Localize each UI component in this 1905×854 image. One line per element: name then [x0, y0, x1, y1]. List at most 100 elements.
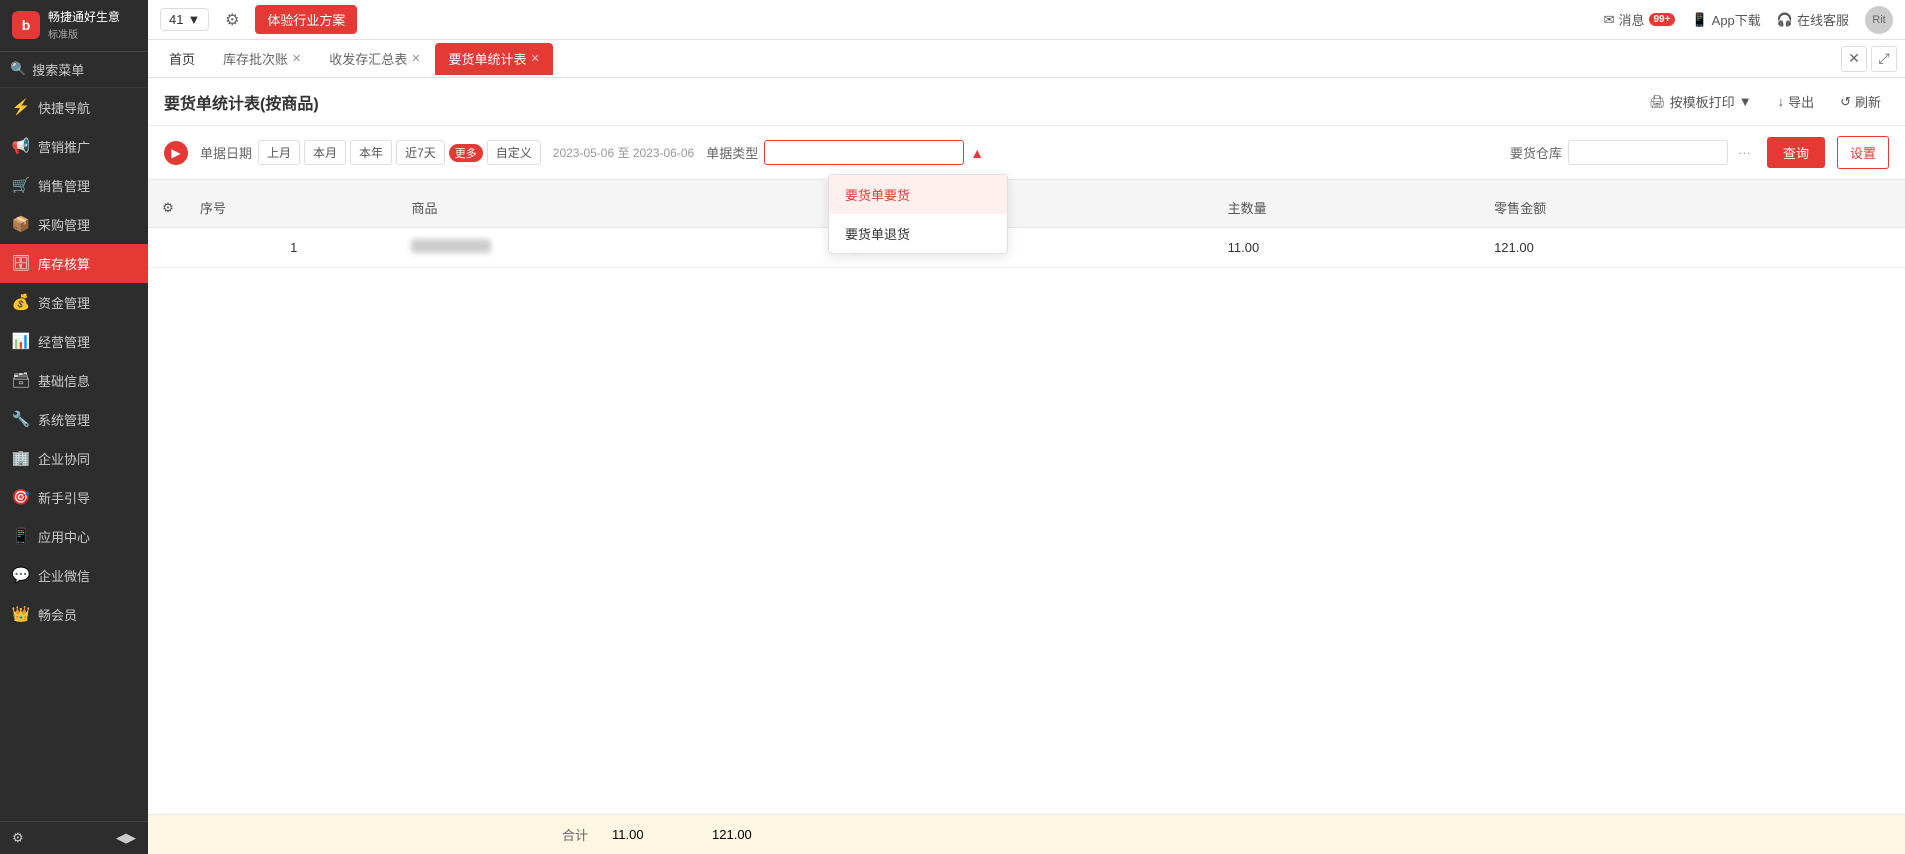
- type-dropdown-arrow[interactable]: ▲: [970, 145, 984, 161]
- row-extra: [1804, 228, 1905, 268]
- sidebar-bottom: ⚙ ◀▶: [0, 821, 148, 854]
- sidebar-item-label: 营销推广: [38, 137, 90, 156]
- sidebar-nav: ⚡ 快捷导航 📢 营销推广 🛒 销售管理 📦 采购管理 🗄 库存核算 💰 资金管…: [0, 88, 148, 821]
- sidebar-item-label: 畅会员: [38, 605, 77, 624]
- date-custom-btn[interactable]: 自定义: [487, 140, 541, 165]
- topbar: 41 ▼ ⚙ 体验行业方案 ✉ 消息 99+ 📱 App下载 🎧 在线客服 Ri…: [148, 0, 1905, 40]
- tab-batch-close[interactable]: ✕: [292, 52, 301, 65]
- date-range-display: 2023-05-06 至 2023-06-06: [553, 144, 694, 161]
- message-icon: ✉: [1604, 12, 1615, 28]
- date-filter-label: 单据日期: [200, 143, 252, 162]
- sidebar-item-label: 资金管理: [38, 293, 90, 312]
- sidebar-item-finance[interactable]: 💰 资金管理: [0, 283, 148, 322]
- topbar-settings-btn[interactable]: ⚙: [219, 7, 245, 33]
- tab-home-label: 首页: [169, 49, 195, 68]
- sidebar-item-inventory[interactable]: 🗄 库存核算: [0, 244, 148, 283]
- sidebar-item-label: 新手引导: [38, 488, 90, 507]
- app-name: 畅捷通好生意: [48, 10, 120, 26]
- dropdown-item-return[interactable]: 要货单退货: [829, 214, 1007, 253]
- sidebar-item-shortcut[interactable]: ⚡ 快捷导航: [0, 88, 148, 127]
- date-filter-group: 单据日期 上月 本月 本年 近7天 更多 自定义 2023-05-06 至 20…: [200, 140, 694, 165]
- wechat-icon: 💬: [12, 566, 30, 584]
- sidebar-item-member[interactable]: 👑 畅会员: [0, 595, 148, 634]
- refresh-btn[interactable]: ↺ 刷新: [1832, 88, 1889, 115]
- export-btn[interactable]: ↓ 导出: [1770, 88, 1823, 115]
- filter-expand-btn[interactable]: ▶: [164, 141, 188, 165]
- sidebar-item-system[interactable]: 🔧 系统管理: [0, 400, 148, 439]
- sidebar-item-guide[interactable]: 🎯 新手引导: [0, 478, 148, 517]
- sidebar-item-label: 基础信息: [38, 371, 90, 390]
- tab-collect-close[interactable]: ✕: [411, 52, 420, 65]
- collapse-sidebar-btn[interactable]: ◀▶: [116, 830, 136, 846]
- sidebar: b 畅捷通好生意 标准版 🔍 搜索菜单 ⚡ 快捷导航 📢 营销推广 🛒 销售管理…: [0, 0, 148, 854]
- sidebar-item-appstore[interactable]: 📱 应用中心: [0, 517, 148, 556]
- messages-btn[interactable]: ✉ 消息 99+: [1604, 10, 1676, 29]
- purchase-icon: 📦: [12, 215, 30, 233]
- tab-order-stats[interactable]: 要货单统计表 ✕: [435, 43, 552, 75]
- sidebar-item-label: 库存核算: [38, 254, 90, 273]
- online-service-label: 在线客服: [1797, 10, 1849, 29]
- print-btn[interactable]: 🖨 按模板打印 ▼: [1641, 88, 1759, 115]
- app-download-icon: 📱: [1691, 12, 1707, 28]
- table-header-row: ⚙ 序号 商品 主计量单位 主数量 零售金额: [148, 188, 1905, 228]
- store-selector[interactable]: 41 ▼: [160, 8, 209, 31]
- table-footer: 合计 11.00 121.00: [148, 814, 1905, 854]
- logo-icon: b: [12, 11, 40, 39]
- sidebar-item-label: 经营管理: [38, 332, 90, 351]
- sidebar-item-sales[interactable]: 🛒 销售管理: [0, 166, 148, 205]
- settings-gear-icon[interactable]: ⚙: [12, 830, 24, 846]
- tab-close-all-btn[interactable]: ✕: [1841, 46, 1867, 72]
- tab-collect[interactable]: 收发存汇总表 ✕: [316, 43, 433, 75]
- sidebar-item-operations[interactable]: 📊 经营管理: [0, 322, 148, 361]
- warehouse-more-dots[interactable]: ···: [1734, 145, 1755, 160]
- date-btn-last-month[interactable]: 上月: [258, 140, 300, 165]
- row-product: 商品名称: [399, 228, 839, 268]
- appstore-icon: 📱: [12, 527, 30, 545]
- date-quick-btns: 上月 本月 本年 近7天 更多 自定义: [258, 140, 541, 165]
- tab-maximize-btn[interactable]: ⤢: [1871, 46, 1897, 72]
- col-settings[interactable]: ⚙: [148, 188, 188, 228]
- tabs-bar: 首页 库存批次账 ✕ 收发存汇总表 ✕ 要货单统计表 ✕ ✕ ⤢: [148, 40, 1905, 78]
- settings-filter-btn[interactable]: 设置: [1837, 136, 1889, 169]
- guide-icon: 🎯: [12, 488, 30, 506]
- table-body: 1 商品名称 块 11.00 121.00: [148, 228, 1905, 268]
- user-avatar[interactable]: Rit: [1865, 6, 1893, 34]
- tab-home[interactable]: 首页: [156, 43, 208, 75]
- warehouse-filter-input[interactable]: [1568, 140, 1728, 165]
- table-container: ⚙ 序号 商品 主计量单位 主数量 零售金额 1: [148, 188, 1905, 814]
- query-btn[interactable]: 查询: [1767, 137, 1825, 168]
- main-content: 41 ▼ ⚙ 体验行业方案 ✉ 消息 99+ 📱 App下载 🎧 在线客服 Ri…: [148, 0, 1905, 854]
- sidebar-item-marketing[interactable]: 📢 营销推广: [0, 127, 148, 166]
- app-download-btn[interactable]: 📱 App下载: [1691, 10, 1760, 29]
- finance-icon: 💰: [12, 293, 30, 311]
- headset-icon: 🎧: [1777, 12, 1793, 28]
- type-filter-input[interactable]: [764, 140, 964, 165]
- member-icon: 👑: [12, 605, 30, 623]
- date-more-badge[interactable]: 更多: [449, 144, 483, 162]
- sidebar-item-purchase[interactable]: 📦 采购管理: [0, 205, 148, 244]
- dropdown-item-order[interactable]: 要货单要货: [829, 175, 1007, 214]
- sales-icon: 🛒: [12, 176, 30, 194]
- sidebar-item-basic[interactable]: 🗃 基础信息: [0, 361, 148, 400]
- inventory-icon: 🗄: [12, 254, 30, 272]
- date-btn-this-year[interactable]: 本年: [350, 140, 392, 165]
- sidebar-search[interactable]: 🔍 搜索菜单: [0, 52, 148, 88]
- sidebar-item-label: 企业协同: [38, 449, 90, 468]
- date-btn-this-month[interactable]: 本月: [304, 140, 346, 165]
- footer-label: 合计: [550, 825, 600, 844]
- col-product: 商品: [399, 188, 839, 228]
- tab-order-stats-close[interactable]: ✕: [531, 52, 540, 65]
- export-icon: ↓: [1778, 94, 1785, 109]
- trial-industry-btn[interactable]: 体验行业方案: [255, 5, 357, 34]
- tab-batch[interactable]: 库存批次账 ✕: [210, 43, 314, 75]
- messages-label: 消息: [1618, 10, 1644, 29]
- date-btn-last-7-days[interactable]: 近7天: [396, 140, 445, 165]
- type-filter-group: 单据类型 ▲: [706, 140, 1498, 165]
- sidebar-item-label: 企业微信: [38, 566, 90, 585]
- sidebar-item-enterprise[interactable]: 🏢 企业协同: [0, 439, 148, 478]
- online-service-btn[interactable]: 🎧 在线客服: [1777, 10, 1849, 29]
- logo-text-group: 畅捷通好生意 标准版: [48, 10, 120, 41]
- printer-icon: 🖨: [1649, 94, 1666, 110]
- product-name-blurred: 商品名称: [411, 239, 491, 253]
- sidebar-item-wechat[interactable]: 💬 企业微信: [0, 556, 148, 595]
